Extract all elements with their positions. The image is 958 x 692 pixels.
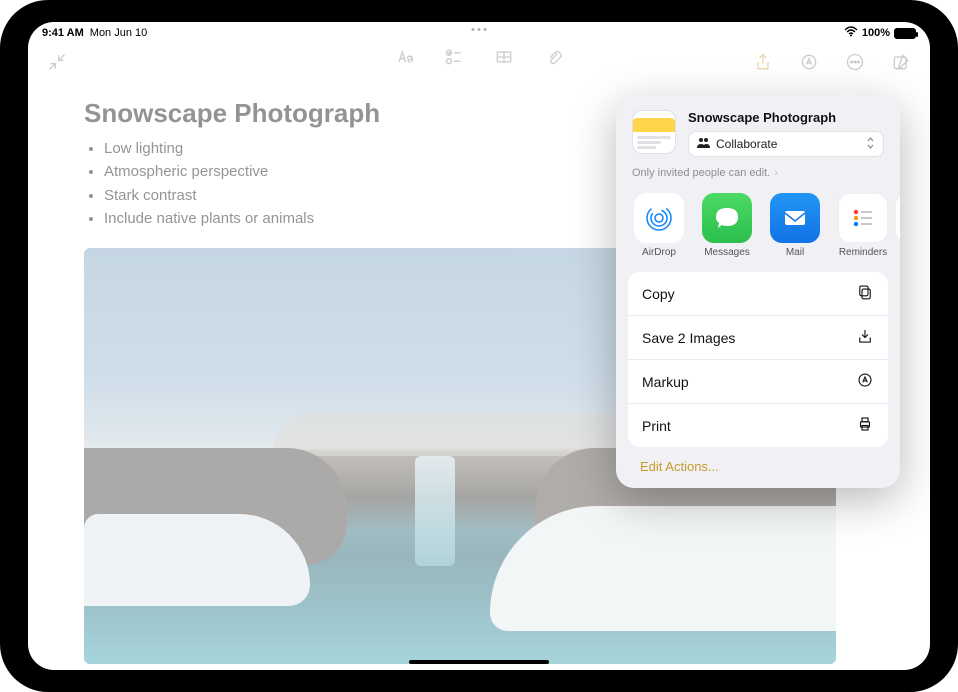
action-label: Markup [642, 374, 689, 390]
mail-icon [770, 193, 820, 243]
battery-icon [894, 28, 916, 39]
app-label: Messages [704, 247, 750, 258]
reminders-icon [838, 193, 888, 243]
battery-percent: 100% [862, 27, 890, 39]
ipad-frame: 9:41 AM Mon Jun 10 100% [0, 0, 958, 692]
action-label: Copy [642, 286, 675, 302]
chevron-right-icon: › [774, 167, 778, 179]
action-label: Save 2 Images [642, 330, 735, 346]
action-save-images[interactable]: Save 2 Images [628, 316, 888, 360]
compose-icon[interactable] [890, 51, 912, 73]
action-markup[interactable]: Markup [628, 360, 888, 404]
status-date: Mon Jun 10 [90, 27, 147, 39]
multitask-dots[interactable] [472, 28, 487, 31]
share-app-mail[interactable]: Mail [766, 193, 824, 258]
action-copy[interactable]: Copy [628, 272, 888, 316]
table-icon[interactable] [493, 46, 515, 68]
share-icon[interactable] [752, 51, 774, 73]
permission-row[interactable]: Only invited people can edit. › [616, 167, 900, 191]
freeform-icon [895, 193, 900, 243]
airdrop-icon [634, 193, 684, 243]
action-print[interactable]: Print [628, 404, 888, 447]
home-indicator[interactable] [409, 660, 549, 664]
screen: 9:41 AM Mon Jun 10 100% [28, 22, 930, 670]
chevron-updown-icon [866, 136, 875, 153]
markup-toolbar-icon[interactable] [798, 51, 820, 73]
share-app-reminders[interactable]: Reminders [834, 193, 892, 258]
action-label: Print [642, 418, 671, 434]
text-format-icon[interactable] [393, 46, 415, 68]
app-label: Reminders [839, 247, 887, 258]
print-icon [856, 415, 874, 436]
edit-actions-link[interactable]: Edit Actions... [616, 447, 900, 476]
app-label: Mail [786, 247, 804, 258]
share-title: Snowscape Photograph [688, 110, 884, 125]
more-icon[interactable] [844, 51, 866, 73]
permission-label: Only invited people can edit. [632, 167, 770, 179]
app-label: AirDrop [642, 247, 676, 258]
collaborate-label: Collaborate [716, 137, 777, 151]
checklist-icon[interactable] [443, 46, 465, 68]
share-app-row[interactable]: AirDrop Messages Mail [616, 191, 900, 268]
messages-icon [702, 193, 752, 243]
share-actions-list: Copy Save 2 Images Markup Print [628, 272, 888, 447]
wifi-icon [844, 26, 858, 40]
collaborate-selector[interactable]: Collaborate [688, 131, 884, 157]
markup-icon [856, 371, 874, 392]
status-time: 9:41 AM [42, 27, 84, 39]
share-thumbnail [632, 110, 676, 154]
collapse-icon[interactable] [46, 51, 68, 73]
share-app-airdrop[interactable]: AirDrop [630, 193, 688, 258]
attachment-icon[interactable] [543, 46, 565, 68]
share-app-messages[interactable]: Messages [698, 193, 756, 258]
download-icon [856, 327, 874, 348]
copy-icon [856, 283, 874, 304]
share-sheet: Snowscape Photograph Collaborate Only in… [616, 96, 900, 488]
note-toolbar [28, 42, 930, 82]
status-bar: 9:41 AM Mon Jun 10 100% [28, 22, 930, 42]
people-icon [697, 137, 710, 151]
